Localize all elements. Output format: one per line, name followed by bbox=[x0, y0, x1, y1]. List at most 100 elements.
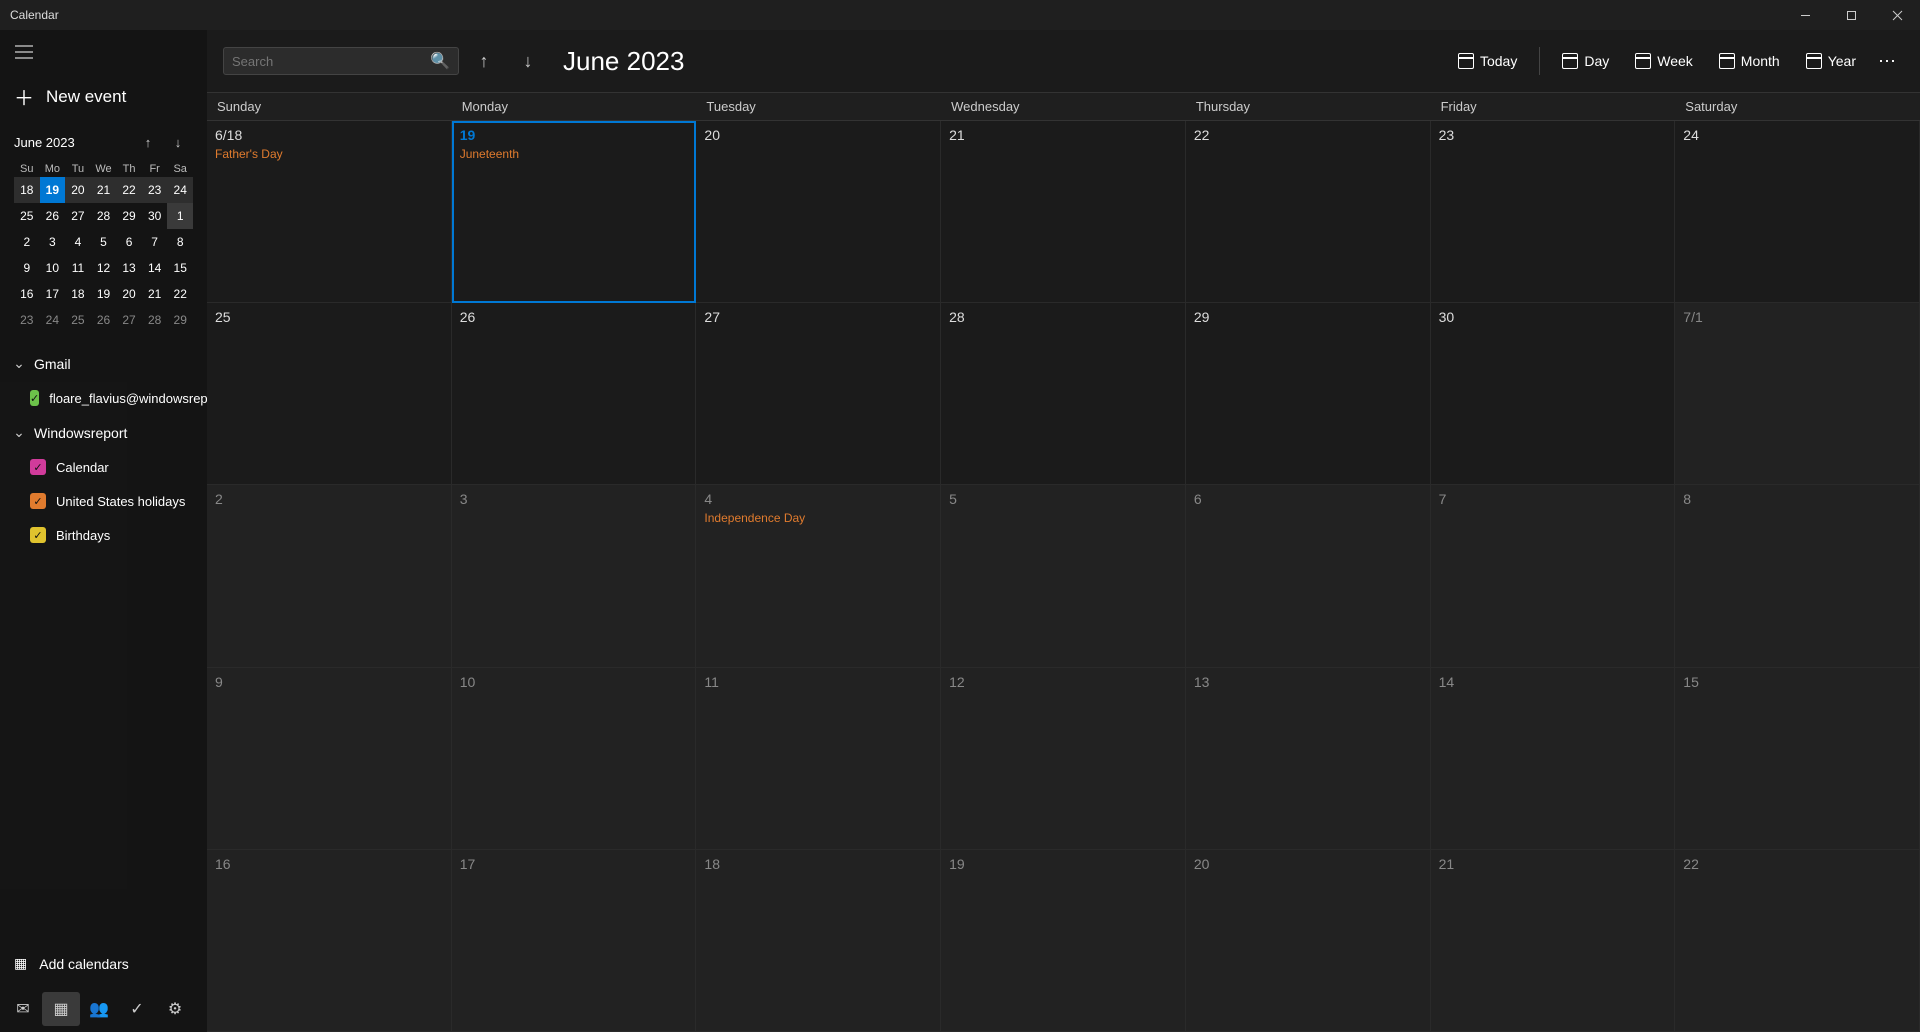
day-cell[interactable]: 12 bbox=[941, 668, 1186, 850]
new-event-button[interactable]: ＋ New event bbox=[0, 72, 207, 121]
day-cell[interactable]: 2 bbox=[207, 485, 452, 667]
mini-day-cell[interactable]: 25 bbox=[14, 203, 40, 229]
day-cell[interactable]: 25 bbox=[207, 303, 452, 485]
day-cell[interactable]: 14 bbox=[1431, 668, 1676, 850]
mini-day-cell[interactable]: 29 bbox=[116, 203, 142, 229]
people-icon[interactable]: 👥 bbox=[80, 992, 118, 1026]
mini-day-cell[interactable]: 23 bbox=[14, 307, 40, 333]
more-button[interactable]: ⋯ bbox=[1872, 51, 1904, 72]
settings-icon[interactable]: ⚙ bbox=[156, 992, 194, 1026]
mini-day-cell[interactable]: 11 bbox=[65, 255, 91, 281]
calendar-item[interactable]: ✓Calendar bbox=[0, 451, 207, 483]
close-button[interactable] bbox=[1874, 0, 1920, 30]
maximize-button[interactable] bbox=[1828, 0, 1874, 30]
calendar-checkbox[interactable]: ✓ bbox=[30, 459, 46, 475]
mini-day-cell[interactable]: 1 bbox=[167, 203, 193, 229]
mini-day-cell[interactable]: 7 bbox=[142, 229, 168, 255]
day-cell[interactable]: 30 bbox=[1431, 303, 1676, 485]
mini-day-cell[interactable]: 21 bbox=[142, 281, 168, 307]
calendar-checkbox[interactable]: ✓ bbox=[30, 390, 39, 406]
day-cell[interactable]: 23 bbox=[1431, 121, 1676, 303]
todo-icon[interactable]: ✓ bbox=[118, 992, 156, 1026]
mini-day-cell[interactable]: 15 bbox=[167, 255, 193, 281]
search-input[interactable] bbox=[232, 54, 430, 69]
prev-period-button[interactable]: ↑ bbox=[465, 42, 503, 80]
mini-day-cell[interactable]: 26 bbox=[91, 307, 117, 333]
day-cell[interactable]: 17 bbox=[452, 850, 697, 1032]
event-label[interactable]: Father's Day bbox=[215, 147, 443, 161]
mini-day-cell[interactable]: 29 bbox=[167, 307, 193, 333]
mini-day-cell[interactable]: 19 bbox=[40, 177, 66, 203]
day-cell[interactable]: 24 bbox=[1675, 121, 1920, 303]
hamburger-button[interactable] bbox=[4, 32, 44, 72]
today-button[interactable]: Today bbox=[1448, 47, 1527, 75]
mini-day-cell[interactable]: 19 bbox=[91, 281, 117, 307]
minimize-button[interactable] bbox=[1782, 0, 1828, 30]
account-header[interactable]: ⌄Windowsreport bbox=[0, 416, 207, 449]
mini-day-cell[interactable]: 22 bbox=[116, 177, 142, 203]
mini-day-cell[interactable]: 18 bbox=[14, 177, 40, 203]
day-cell[interactable]: 6/18Father's Day bbox=[207, 121, 452, 303]
mini-day-cell[interactable]: 3 bbox=[40, 229, 66, 255]
day-cell[interactable]: 10 bbox=[452, 668, 697, 850]
day-cell[interactable]: 3 bbox=[452, 485, 697, 667]
calendar-icon[interactable]: ▦ bbox=[42, 992, 80, 1026]
search-icon[interactable]: 🔍 bbox=[430, 51, 450, 71]
day-cell[interactable]: 9 bbox=[207, 668, 452, 850]
mini-day-cell[interactable]: 27 bbox=[65, 203, 91, 229]
next-period-button[interactable]: ↓ bbox=[509, 42, 547, 80]
mini-day-cell[interactable]: 14 bbox=[142, 255, 168, 281]
mini-day-cell[interactable]: 8 bbox=[167, 229, 193, 255]
mini-day-cell[interactable]: 18 bbox=[65, 281, 91, 307]
mini-day-cell[interactable]: 2 bbox=[14, 229, 40, 255]
day-cell[interactable]: 20 bbox=[1186, 850, 1431, 1032]
mini-day-cell[interactable]: 25 bbox=[65, 307, 91, 333]
mini-day-cell[interactable]: 5 bbox=[91, 229, 117, 255]
day-cell[interactable]: 21 bbox=[941, 121, 1186, 303]
mail-icon[interactable]: ✉ bbox=[4, 992, 42, 1026]
calendar-checkbox[interactable]: ✓ bbox=[30, 527, 46, 543]
day-cell[interactable]: 27 bbox=[696, 303, 941, 485]
day-cell[interactable]: 6 bbox=[1186, 485, 1431, 667]
mini-day-cell[interactable]: 24 bbox=[167, 177, 193, 203]
day-cell[interactable]: 11 bbox=[696, 668, 941, 850]
month-view-button[interactable]: Month bbox=[1709, 47, 1790, 75]
day-cell[interactable]: 4Independence Day bbox=[696, 485, 941, 667]
day-cell[interactable]: 29 bbox=[1186, 303, 1431, 485]
account-header[interactable]: ⌄Gmail bbox=[0, 347, 207, 380]
day-cell[interactable]: 7/1 bbox=[1675, 303, 1920, 485]
day-cell[interactable]: 18 bbox=[696, 850, 941, 1032]
year-view-button[interactable]: Year bbox=[1796, 47, 1866, 75]
mini-day-cell[interactable]: 28 bbox=[91, 203, 117, 229]
mini-day-cell[interactable]: 26 bbox=[40, 203, 66, 229]
day-cell[interactable]: 20 bbox=[696, 121, 941, 303]
mini-day-cell[interactable]: 28 bbox=[142, 307, 168, 333]
mini-day-cell[interactable]: 13 bbox=[116, 255, 142, 281]
day-cell[interactable]: 22 bbox=[1675, 850, 1920, 1032]
day-cell[interactable]: 28 bbox=[941, 303, 1186, 485]
mini-day-cell[interactable]: 21 bbox=[91, 177, 117, 203]
mini-month-label[interactable]: June 2023 bbox=[14, 135, 133, 150]
event-label[interactable]: Independence Day bbox=[704, 511, 932, 525]
day-cell[interactable]: 5 bbox=[941, 485, 1186, 667]
mini-day-cell[interactable]: 20 bbox=[116, 281, 142, 307]
mini-day-cell[interactable]: 12 bbox=[91, 255, 117, 281]
mini-day-cell[interactable]: 20 bbox=[65, 177, 91, 203]
day-cell[interactable]: 19Juneteenth bbox=[452, 121, 697, 303]
day-cell[interactable]: 8 bbox=[1675, 485, 1920, 667]
calendar-checkbox[interactable]: ✓ bbox=[30, 493, 46, 509]
mini-day-cell[interactable]: 6 bbox=[116, 229, 142, 255]
day-cell[interactable]: 21 bbox=[1431, 850, 1676, 1032]
mini-day-cell[interactable]: 4 bbox=[65, 229, 91, 255]
day-cell[interactable]: 22 bbox=[1186, 121, 1431, 303]
day-cell[interactable]: 26 bbox=[452, 303, 697, 485]
mini-day-cell[interactable]: 27 bbox=[116, 307, 142, 333]
mini-day-cell[interactable]: 22 bbox=[167, 281, 193, 307]
add-calendars-button[interactable]: ▦ Add calendars bbox=[0, 941, 207, 986]
calendar-item[interactable]: ✓floare_flavius@windowsrepo bbox=[0, 382, 207, 414]
week-view-button[interactable]: Week bbox=[1625, 47, 1703, 75]
mini-day-cell[interactable]: 10 bbox=[40, 255, 66, 281]
mini-day-cell[interactable]: 9 bbox=[14, 255, 40, 281]
calendar-item[interactable]: ✓United States holidays bbox=[0, 485, 207, 517]
day-cell[interactable]: 7 bbox=[1431, 485, 1676, 667]
